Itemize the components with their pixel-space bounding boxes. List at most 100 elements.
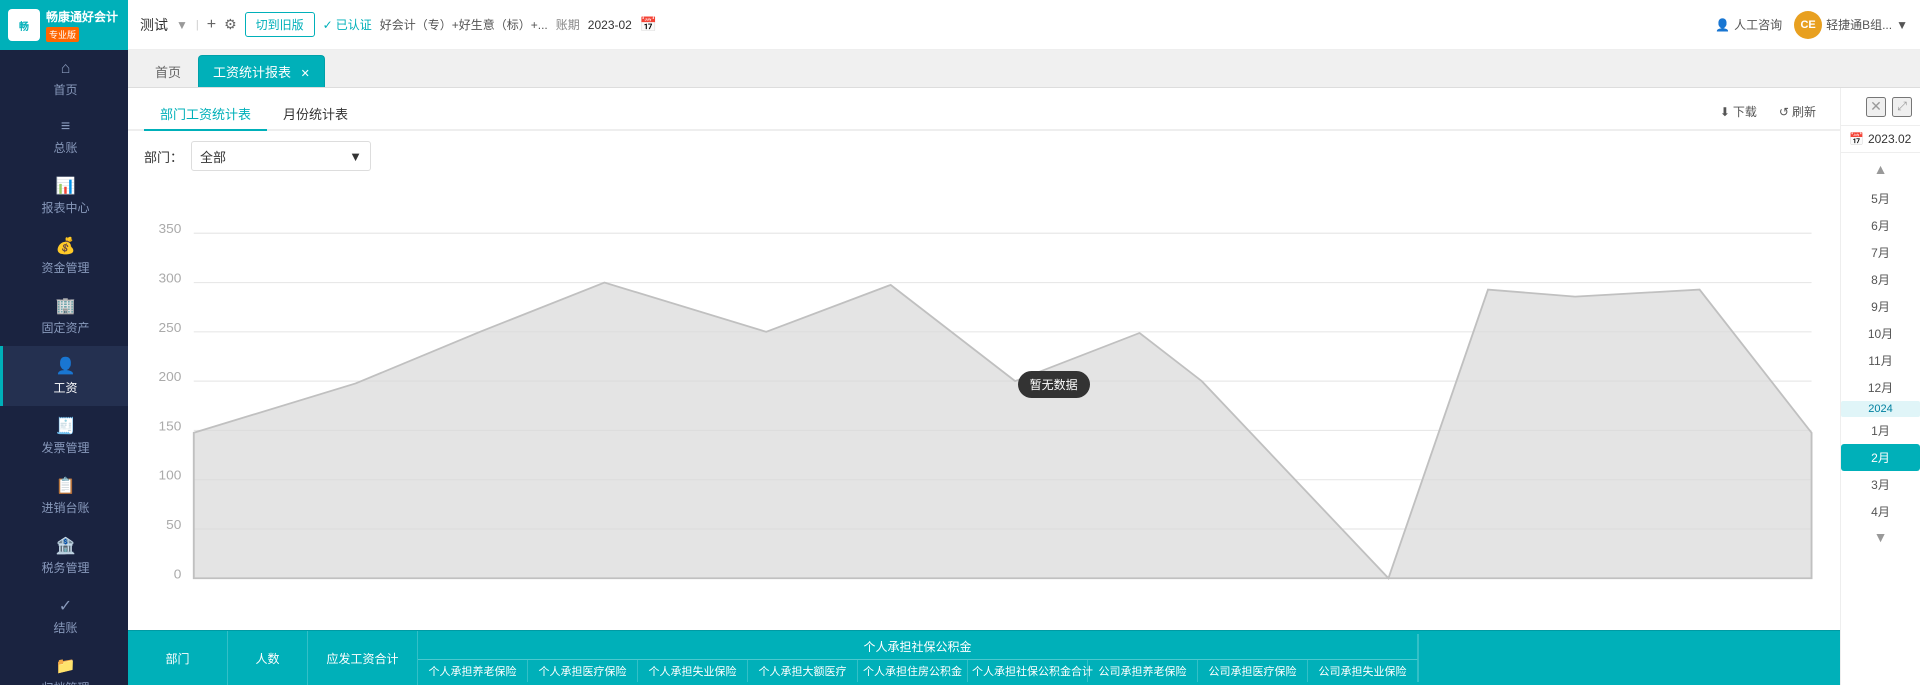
th-salary: 应发工资合计 [308,631,418,685]
svg-text:250: 250 [159,320,182,335]
sidebar-item-sales[interactable]: 📋 进销台账 [0,466,128,526]
month-11[interactable]: 11月 [1841,347,1920,374]
panel-close-btn[interactable]: ✕ [1866,97,1886,117]
download-btn[interactable]: ⬇ 下载 [1712,100,1765,123]
ledger-icon: ≡ [61,118,70,136]
year-2024-label[interactable]: 2024 [1841,401,1920,417]
tab-home[interactable]: 首页 [140,55,196,87]
user-menu[interactable]: CE 轻捷通B组... ▼ [1794,11,1908,39]
sidebar-item-funds[interactable]: 💰 资金管理 [0,226,128,286]
month-2-active[interactable]: 2月 [1841,444,1920,471]
funds-icon: 💰 [56,236,76,256]
month-6[interactable]: 6月 [1841,212,1920,239]
svg-text:150: 150 [159,419,182,434]
settings-button[interactable]: ⚙ [224,16,237,33]
year-up-arrow[interactable]: ▲ [1841,157,1920,181]
svg-text:300: 300 [159,271,182,286]
period-label: 账期 [556,16,580,33]
sales-icon: 📋 [56,476,76,496]
date-input[interactable]: 📅 2023.02 [1841,126,1920,153]
topbar-title: 测试 [140,15,168,35]
calendar-icon[interactable]: 📅 [640,16,657,33]
avatar: CE [1794,11,1822,39]
consult-icon: 👤 [1715,18,1730,32]
month-8[interactable]: 8月 [1841,266,1920,293]
panel-expand-btn[interactable]: ⤢ [1892,97,1912,117]
month-9[interactable]: 9月 [1841,293,1920,320]
topbar-right: 👤 人工咨询 CE 轻捷通B组... ▼ [1715,11,1908,39]
sidebar-item-ledger[interactable]: ≡ 总账 [0,108,128,166]
month-7[interactable]: 7月 [1841,239,1920,266]
th-count: 人数 [228,631,308,685]
content-area: 部门工资统计表 月份统计表 ⬇ 下载 ↺ 刷新 [128,88,1920,685]
reports-icon: 📊 [56,176,76,196]
period-value: 2023-02 [588,18,632,32]
month-12[interactable]: 12月 [1841,374,1920,401]
month-4[interactable]: 4月 [1841,498,1920,525]
sidebar-item-home[interactable]: ⌂ 首页 [0,50,128,108]
sidebar-item-invoice[interactable]: 🧾 发票管理 [0,406,128,466]
logo-icon: 畅 [8,9,40,41]
sidebar-item-reports[interactable]: 📊 报表中心 [0,166,128,226]
dept-filter-select[interactable]: 全部 ▼ [191,141,371,171]
dept-filter-label: 部门： [144,147,183,166]
th-medical: 个人承担医疗保险 [528,660,638,682]
refresh-icon: ↺ [1779,105,1789,119]
panel-header: ✕ ⤢ [1841,88,1920,126]
month-5[interactable]: 5月 [1841,185,1920,212]
year-down-arrow[interactable]: ▼ [1841,525,1920,549]
sidebar-item-settle[interactable]: ✓ 结账 [0,586,128,646]
assets-icon: 🏢 [56,296,76,316]
svg-text:350: 350 [159,222,182,237]
sidebar-item-archive[interactable]: 📁 归档管理 [0,646,128,685]
home-icon: ⌂ [61,60,71,78]
year-nav: ▲ [1841,153,1920,185]
th-dept: 部门 [128,631,228,685]
month-10[interactable]: 10月 [1841,320,1920,347]
account-tags: 好会计（专）+好生意（标）+... [380,16,548,33]
user-dropdown-arrow: ▼ [1896,18,1908,32]
right-panel: ✕ ⤢ 📅 2023.02 ▲ 5月 6月 7月 8月 9月 10月 11月 1… [1840,88,1920,685]
subtab-monthly[interactable]: 月份统计表 [267,98,364,131]
month-3[interactable]: 3月 [1841,471,1920,498]
content-main: 部门工资统计表 月份统计表 ⬇ 下载 ↺ 刷新 [128,88,1840,685]
subtab-bar: 部门工资统计表 月份统计表 ⬇ 下载 ↺ 刷新 [128,88,1840,131]
tab-salary-report[interactable]: 工资统计报表 ✕ [198,55,325,87]
sidebar-item-salary[interactable]: 👤 工资 [0,346,128,406]
chart-svg: 0 50 100 150 200 250 300 350 [144,191,1824,590]
subtab-dept[interactable]: 部门工资统计表 [144,98,267,131]
consult-btn[interactable]: 👤 人工咨询 [1715,16,1782,33]
tab-close-btn[interactable]: ✕ [301,68,310,80]
refresh-btn[interactable]: ↺ 刷新 [1771,100,1824,123]
th-company-medical: 公司承担医疗保险 [1198,660,1308,682]
certified-icon: ✓ [323,18,333,32]
month-1[interactable]: 1月 [1841,417,1920,444]
svg-text:200: 200 [159,369,182,384]
svg-text:100: 100 [159,468,182,483]
invoice-icon: 🧾 [56,416,76,436]
th-housing-fund: 个人承担住房公积金 [858,660,968,682]
salary-icon: 👤 [56,356,76,376]
topbar: 测试 ▼ | + ⚙ 切到旧版 ✓ 已认证 好会计（专）+好生意（标）+... … [128,0,1920,50]
settle-icon: ✓ [59,596,72,616]
app-logo: 畅 畅康通好会计 专业版 [0,0,128,50]
th-pension: 个人承担养老保险 [418,660,528,682]
sidebar-nav: ⌂ 首页 ≡ 总账 📊 报表中心 💰 资金管理 🏢 固定资产 👤 工资 🧾 发票… [0,50,128,685]
th-company-unemployment: 公司承担失业保险 [1308,660,1418,682]
sidebar-item-tax[interactable]: 🏦 税务管理 [0,526,128,586]
switch-old-btn[interactable]: 切到旧版 [245,12,315,37]
th-company-pension: 公司承担养老保险 [1088,660,1198,682]
table-header: 部门 人数 应发工资合计 个人承担社保公积金 个人承担养老保险 个人承担医疗保险… [128,630,1840,685]
certified-status: ✓ 已认证 [323,16,372,33]
chart-container: 0 50 100 150 200 250 300 350 [144,191,1824,620]
topbar-divider: | [196,19,199,31]
svg-text:0: 0 [174,567,182,582]
main-area: 测试 ▼ | + ⚙ 切到旧版 ✓ 已认证 好会计（专）+好生意（标）+... … [128,0,1920,685]
topbar-dropdown-arrow[interactable]: ▼ [176,18,188,32]
filter-bar: 部门： 全部 ▼ [128,131,1840,181]
sidebar: 畅 畅康通好会计 专业版 ⌂ 首页 ≡ 总账 📊 报表中心 💰 资金管理 🏢 固… [0,0,128,685]
sidebar-item-assets[interactable]: 🏢 固定资产 [0,286,128,346]
add-button[interactable]: + [207,16,216,34]
archive-icon: 📁 [56,656,76,676]
month-list: 5月 6月 7月 8月 9月 10月 11月 12月 2024 1月 2月 3月… [1841,185,1920,685]
